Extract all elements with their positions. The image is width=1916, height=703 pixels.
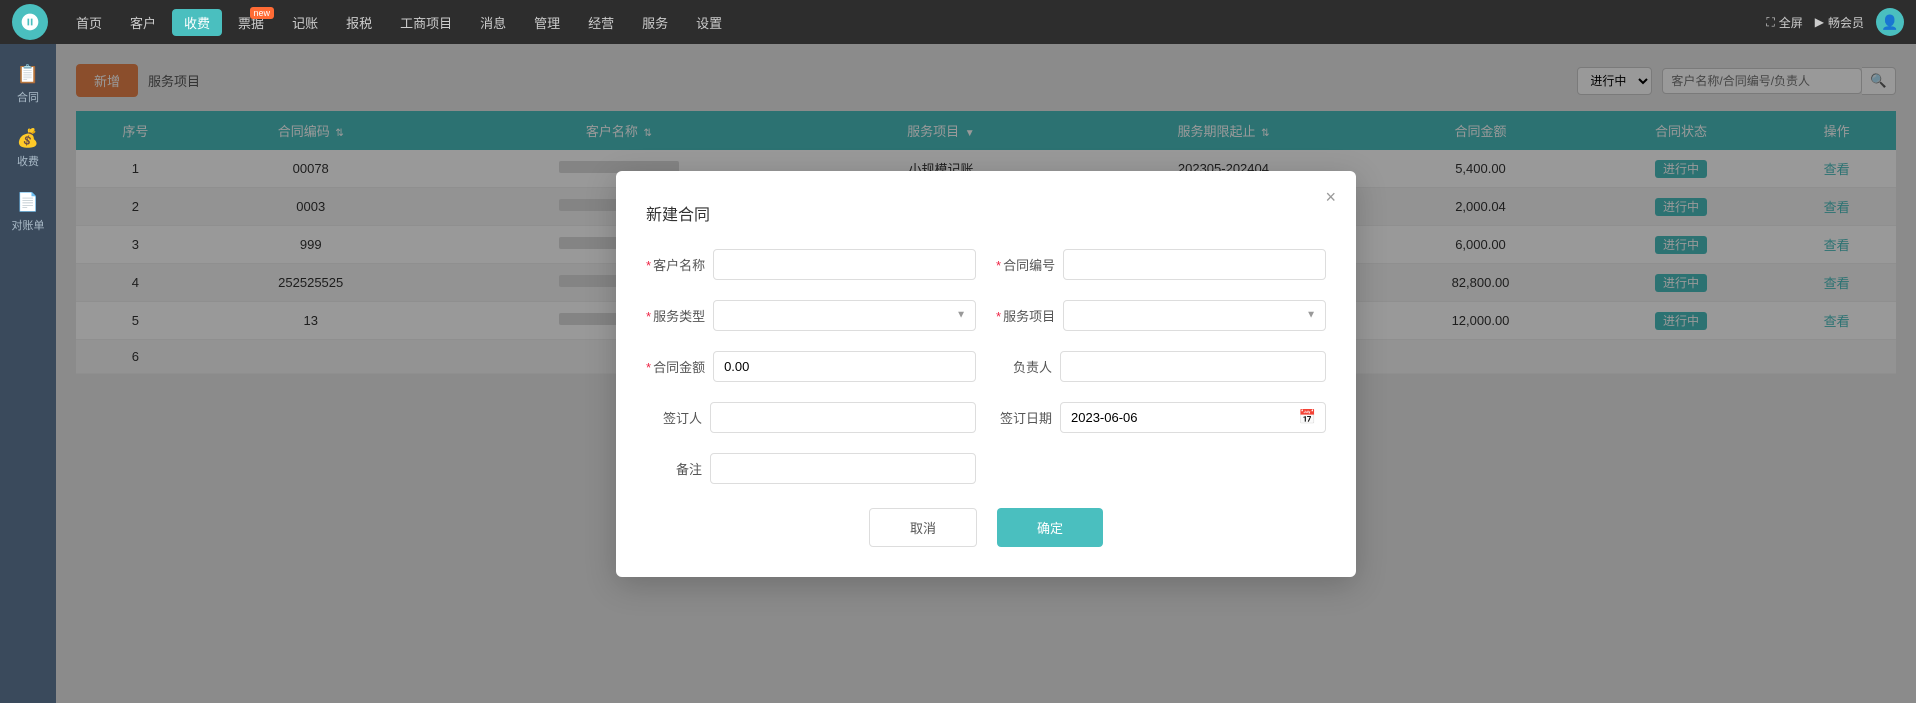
fullscreen-btn[interactable]: ⛶ 全屏 <box>1766 14 1802 31</box>
service-type-field: *服务类型 <box>646 300 976 331</box>
contract-amount-field: *合同金额 <box>646 351 976 382</box>
new-badge: new <box>250 7 275 19</box>
signatory-field: 签订人 <box>646 402 976 433</box>
sign-date-wrapper: 📅 <box>1060 402 1326 433</box>
sidebar-item-contract[interactable]: 📋 合同 <box>0 52 56 116</box>
service-item-label: *服务项目 <box>996 306 1055 325</box>
nav-message[interactable]: 消息 <box>468 9 518 36</box>
main-layout: 📋 合同 💰 收费 📄 对账单 新增 服务项目 进行中 已完成 全部 🔍 <box>0 44 1916 703</box>
confirm-button[interactable]: 确定 <box>997 508 1103 547</box>
new-contract-modal: × 新建合同 *客户名称 *合同编号 *服务类型 <box>616 171 1356 577</box>
fullscreen-icon: ⛶ <box>1766 15 1774 30</box>
form-row-1: *客户名称 *合同编号 <box>646 249 1326 280</box>
fullscreen-label: 全屏 <box>1779 14 1803 31</box>
modal-title: 新建合同 <box>646 201 1326 225</box>
member-label: 畅会员 <box>1828 14 1864 31</box>
contract-amount-input[interactable] <box>713 351 976 382</box>
responsible-person-field: 负责人 <box>996 351 1326 382</box>
calendar-icon[interactable]: 📅 <box>1299 409 1316 426</box>
customer-name-label: *客户名称 <box>646 255 705 274</box>
signatory-label: 签订人 <box>646 408 702 427</box>
nav-service[interactable]: 服务 <box>630 9 680 36</box>
nav-business[interactable]: 工商项目 <box>388 9 464 36</box>
billing-icon: 💰 <box>17 128 39 149</box>
nav-settings[interactable]: 设置 <box>684 9 734 36</box>
avatar[interactable]: 👤 <box>1876 8 1904 36</box>
form-row-5: 备注 <box>646 453 1326 484</box>
service-type-select[interactable] <box>713 300 976 331</box>
contract-amount-label: *合同金额 <box>646 357 705 376</box>
member-btn[interactable]: ▶ 畅会员 <box>1815 14 1864 31</box>
sign-date-field: 签订日期 📅 <box>996 402 1326 433</box>
statement-icon: 📄 <box>17 192 39 213</box>
signatory-input[interactable] <box>710 402 976 433</box>
nav-customer[interactable]: 客户 <box>118 9 168 36</box>
customer-name-input[interactable] <box>713 249 976 280</box>
sidebar-label-billing: 收费 <box>17 153 39 169</box>
service-type-wrapper <box>713 300 976 331</box>
nav-manage[interactable]: 管理 <box>522 9 572 36</box>
nav-right: ⛶ 全屏 ▶ 畅会员 👤 <box>1766 8 1904 36</box>
contract-no-input[interactable] <box>1063 249 1326 280</box>
sidebar: 📋 合同 💰 收费 📄 对账单 <box>0 44 56 703</box>
service-type-label: *服务类型 <box>646 306 705 325</box>
top-navigation: 首页 客户 收费 票据 new 记账 报税 工商项目 消息 管理 经营 服务 设… <box>0 0 1916 44</box>
remark-field: 备注 <box>646 453 976 484</box>
modal-close-button[interactable]: × <box>1325 187 1336 208</box>
nav-home[interactable]: 首页 <box>64 9 114 36</box>
nav-operation[interactable]: 经营 <box>576 9 626 36</box>
cancel-button[interactable]: 取消 <box>869 508 977 547</box>
contract-icon: 📋 <box>17 64 39 85</box>
sidebar-item-statement[interactable]: 📄 对账单 <box>0 180 56 244</box>
nav-billing[interactable]: 收费 <box>172 9 222 36</box>
modal-overlay: × 新建合同 *客户名称 *合同编号 *服务类型 <box>56 44 1916 703</box>
sidebar-label-statement: 对账单 <box>12 217 45 233</box>
sign-date-input[interactable] <box>1060 402 1326 433</box>
sidebar-label-contract: 合同 <box>17 89 39 105</box>
customer-name-field: *客户名称 <box>646 249 976 280</box>
form-row-3: *合同金额 负责人 <box>646 351 1326 382</box>
app-logo <box>12 4 48 40</box>
play-icon: ▶ <box>1815 15 1824 29</box>
service-item-wrapper <box>1063 300 1326 331</box>
remark-label: 备注 <box>646 459 702 478</box>
nav-bookkeeping[interactable]: 记账 <box>280 9 330 36</box>
nav-invoice[interactable]: 票据 new <box>226 9 276 36</box>
responsible-person-input[interactable] <box>1060 351 1326 382</box>
remark-input[interactable] <box>710 453 976 484</box>
content-area: 新增 服务项目 进行中 已完成 全部 🔍 序号 合同编码 ⇅ 客户名称 ⇅ 服务… <box>56 44 1916 703</box>
service-item-select[interactable] <box>1063 300 1326 331</box>
contract-no-field: *合同编号 <box>996 249 1326 280</box>
nav-tax[interactable]: 报税 <box>334 9 384 36</box>
service-item-field: *服务项目 <box>996 300 1326 331</box>
nav-items: 首页 客户 收费 票据 new 记账 报税 工商项目 消息 管理 经营 服务 设… <box>64 9 1766 36</box>
form-row-2: *服务类型 *服务项目 <box>646 300 1326 331</box>
contract-no-label: *合同编号 <box>996 255 1055 274</box>
modal-footer: 取消 确定 <box>646 508 1326 547</box>
responsible-person-label: 负责人 <box>996 357 1052 376</box>
form-row-4: 签订人 签订日期 📅 <box>646 402 1326 433</box>
sign-date-label: 签订日期 <box>996 408 1052 427</box>
sidebar-item-billing[interactable]: 💰 收费 <box>0 116 56 180</box>
